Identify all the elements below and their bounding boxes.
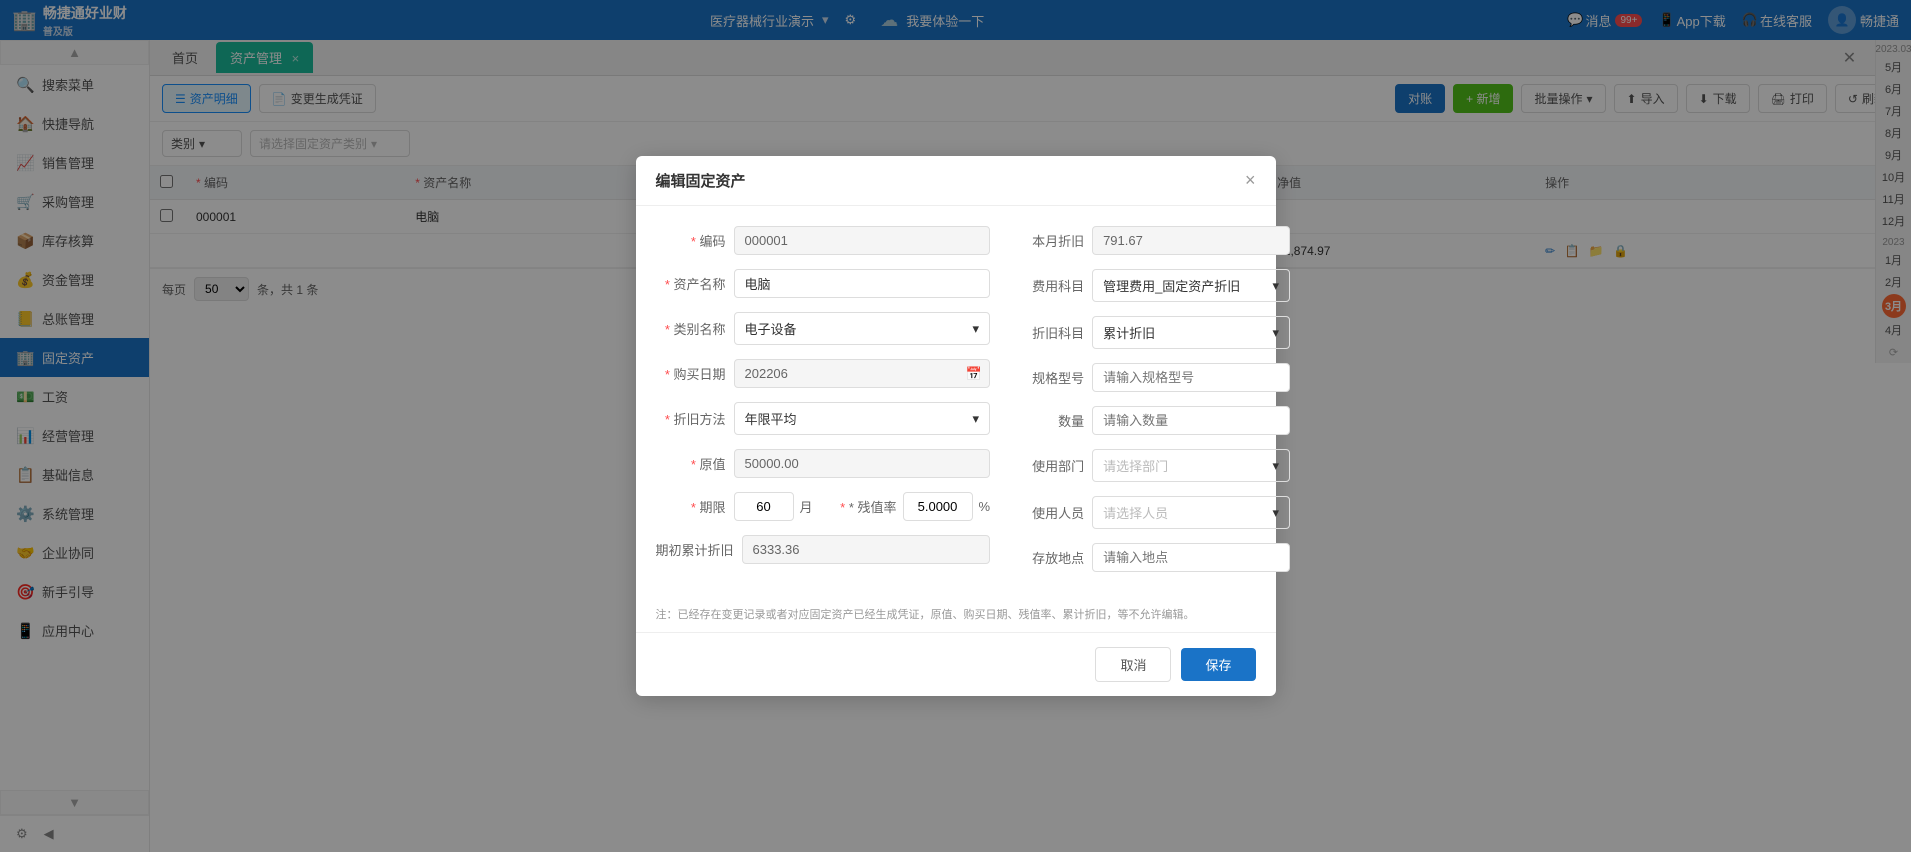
- note-text: 注：已经存在变更记录或者对应固定资产已经生成凭证，原值、购买日期、残值率、累计折…: [656, 609, 1195, 621]
- depr-method-dropdown-icon: ▾: [973, 411, 980, 427]
- name-label: 资产名称: [656, 274, 726, 293]
- department-placeholder: 请选择部门: [1103, 456, 1168, 475]
- expense-subject-label: 费用科目: [1014, 276, 1084, 295]
- form-left: 编码 资产名称 类别名称 电子设备 ▾: [656, 226, 991, 586]
- residual-rate-unit: %: [979, 499, 991, 514]
- form-row-expense-subject: 费用科目 管理费用_固定资产折旧 ▾: [1014, 269, 1290, 302]
- depr-subject-label: 折旧科目: [1014, 323, 1084, 342]
- modal-close-btn[interactable]: ×: [1245, 170, 1256, 191]
- form-row-depr-subject: 折旧科目 累计折旧 ▾: [1014, 316, 1290, 349]
- quantity-label: 数量: [1014, 411, 1084, 430]
- user-select[interactable]: 请选择人员 ▾: [1092, 496, 1290, 529]
- original-value-input[interactable]: [734, 449, 991, 478]
- user-field-label: 使用人员: [1014, 503, 1084, 522]
- depr-subject-select[interactable]: 累计折旧 ▾: [1092, 316, 1290, 349]
- expense-subject-value: 管理费用_固定资产折旧: [1103, 276, 1240, 295]
- department-select[interactable]: 请选择部门 ▾: [1092, 449, 1290, 482]
- monthly-depr-input[interactable]: [1092, 226, 1290, 255]
- depr-method-select[interactable]: 年限平均 ▾: [734, 402, 991, 435]
- form-row-quantity: 数量: [1014, 406, 1290, 435]
- form-grid: 编码 资产名称 类别名称 电子设备 ▾: [656, 226, 1256, 586]
- user-dropdown-icon: ▾: [1273, 505, 1280, 521]
- expense-subject-select[interactable]: 管理费用_固定资产折旧 ▾: [1092, 269, 1290, 302]
- code-label: 编码: [656, 231, 726, 250]
- original-value-label: 原值: [656, 454, 726, 473]
- category-dropdown-icon: ▾: [973, 321, 980, 337]
- spec-input[interactable]: [1092, 363, 1290, 392]
- purchase-date-container: 📅: [734, 359, 991, 388]
- department-label: 使用部门: [1014, 456, 1084, 475]
- cancel-button[interactable]: 取消: [1095, 647, 1171, 682]
- modal-overlay[interactable]: 编辑固定资产 × 编码 资产名称: [0, 0, 1911, 852]
- monthly-depr-label: 本月折旧: [1014, 231, 1084, 250]
- form-row-user: 使用人员 请选择人员 ▾: [1014, 496, 1290, 529]
- category-label-modal: 类别名称: [656, 319, 726, 338]
- form-right: 本月折旧 费用科目 管理费用_固定资产折旧 ▾ 折旧科目: [1014, 226, 1290, 586]
- residual-rate-input[interactable]: [903, 492, 973, 521]
- edit-asset-modal: 编辑固定资产 × 编码 资产名称: [636, 156, 1276, 696]
- form-row-monthly-depr: 本月折旧: [1014, 226, 1290, 255]
- depr-subject-dropdown-icon: ▾: [1273, 325, 1280, 341]
- location-input[interactable]: [1092, 543, 1290, 572]
- save-button[interactable]: 保存: [1181, 648, 1255, 681]
- modal-note: 注：已经存在变更记录或者对应固定资产已经生成凭证，原值、购买日期、残值率、累计折…: [636, 606, 1276, 632]
- form-row-category: 类别名称 电子设备 ▾: [656, 312, 991, 345]
- modal-header: 编辑固定资产 ×: [636, 156, 1276, 206]
- form-row-depr-method: 折旧方法 年限平均 ▾: [656, 402, 991, 435]
- modal-title: 编辑固定资产: [656, 170, 746, 191]
- form-row-department: 使用部门 请选择部门 ▾: [1014, 449, 1290, 482]
- calendar-icon[interactable]: 📅: [966, 366, 982, 382]
- period-input[interactable]: [734, 492, 794, 521]
- depr-method-label: 折旧方法: [656, 409, 726, 428]
- purchase-date-input[interactable]: [734, 359, 991, 388]
- period-unit: 月: [800, 497, 813, 516]
- form-row-name: 资产名称: [656, 269, 991, 298]
- form-row-location: 存放地点: [1014, 543, 1290, 572]
- period-inline: 月 * 残值率 %: [734, 492, 991, 521]
- expense-subject-dropdown-icon: ▾: [1273, 278, 1280, 294]
- form-row-initial-depr: 期初累计折旧: [656, 535, 991, 564]
- category-value: 电子设备: [745, 319, 797, 338]
- quantity-input[interactable]: [1092, 406, 1290, 435]
- depr-subject-value: 累计折旧: [1103, 323, 1155, 342]
- spec-label: 规格型号: [1014, 368, 1084, 387]
- initial-depr-input[interactable]: [742, 535, 991, 564]
- category-select-modal[interactable]: 电子设备 ▾: [734, 312, 991, 345]
- modal-body: 编码 资产名称 类别名称 电子设备 ▾: [636, 206, 1276, 606]
- purchase-date-label: 购买日期: [656, 364, 726, 383]
- department-dropdown-icon: ▾: [1273, 458, 1280, 474]
- user-placeholder: 请选择人员: [1103, 503, 1168, 522]
- initial-depr-label: 期初累计折旧: [656, 540, 734, 559]
- form-row-spec: 规格型号: [1014, 363, 1290, 392]
- form-row-purchase-date: 购买日期 📅: [656, 359, 991, 388]
- form-row-original-value: 原值: [656, 449, 991, 478]
- location-label: 存放地点: [1014, 548, 1084, 567]
- residual-rate-label: * 残值率: [827, 497, 897, 516]
- form-row-period: 期限 月 * 残值率 %: [656, 492, 991, 521]
- form-row-code: 编码: [656, 226, 991, 255]
- period-label: 期限: [656, 497, 726, 516]
- modal-footer: 取消 保存: [636, 632, 1276, 696]
- depr-method-value: 年限平均: [745, 409, 797, 428]
- name-input[interactable]: [734, 269, 991, 298]
- code-input[interactable]: [734, 226, 991, 255]
